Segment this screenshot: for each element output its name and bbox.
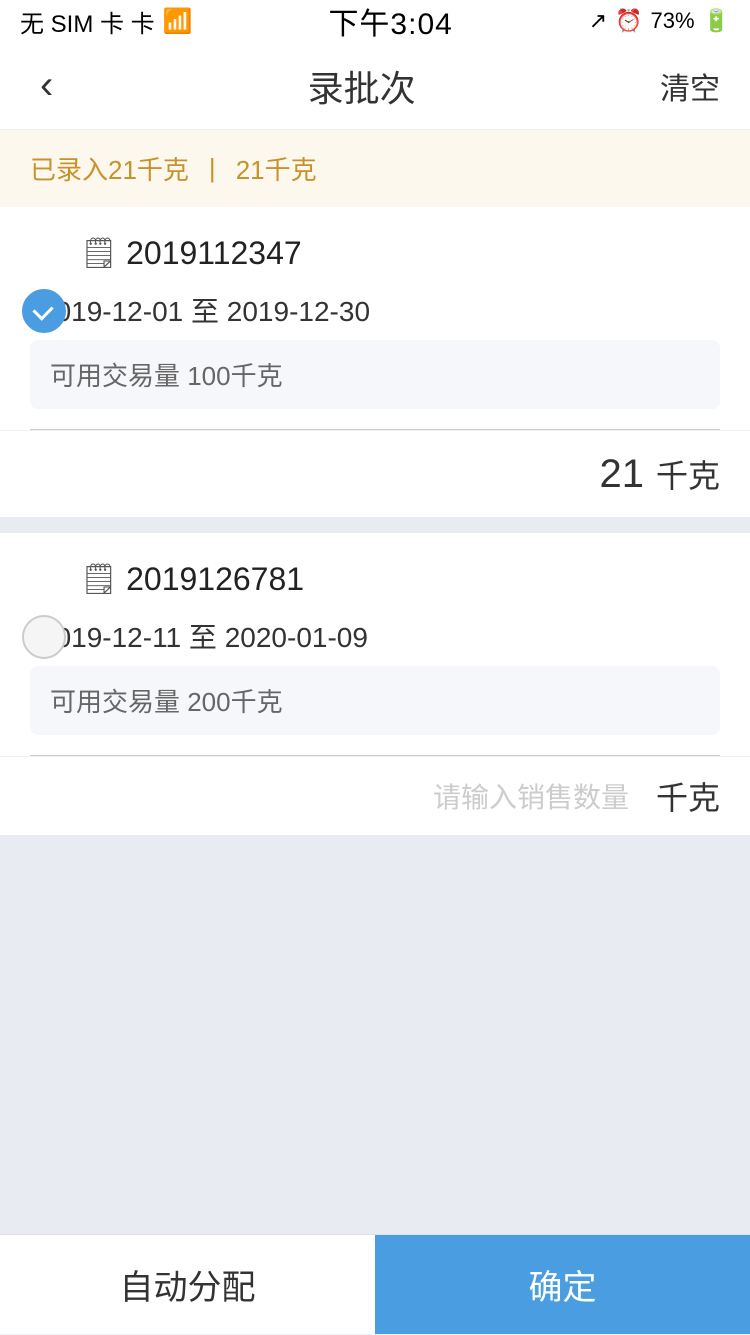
- batch-date-1: 2019-12-01 至 2019-12-30: [40, 290, 370, 330]
- qty-input-2[interactable]: [344, 777, 644, 816]
- batch-card-1: 🗒 2019112347 2019-12-01 至 2019-12-30 可用交…: [0, 207, 750, 517]
- nav-bar: ‹ 录批次 清空: [0, 42, 750, 130]
- status-time: 下午3:04: [328, 0, 452, 43]
- page-title: 录批次: [308, 60, 416, 112]
- batch-icon-1: 🗒: [80, 236, 118, 271]
- batch-card-2: 🗒 2019126781 2019-12-11 至 2020-01-09 可用交…: [0, 533, 750, 835]
- alarm-icon: ⏰: [615, 8, 642, 34]
- batch-icon-2: 🗒: [80, 562, 118, 597]
- batch-date-row-1[interactable]: 2019-12-01 至 2019-12-30: [0, 282, 750, 340]
- clear-button[interactable]: 清空: [660, 64, 720, 108]
- available-qty-1: 可用交易量 100千克: [30, 340, 720, 409]
- unit-label-2: 千克: [656, 773, 720, 819]
- status-left: 无 SIM 卡 卡 📶: [20, 4, 193, 39]
- battery-text: 73%: [651, 8, 695, 34]
- content-area: 🗒 2019112347 2019-12-01 至 2019-12-30 可用交…: [0, 207, 750, 1335]
- separator-1: [0, 517, 750, 533]
- batch-date-row-2[interactable]: 2019-12-11 至 2020-01-09: [0, 608, 750, 666]
- radio-button-1[interactable]: [22, 289, 66, 333]
- batch-id-row-2: 🗒 2019126781: [80, 561, 720, 598]
- batch-date-2: 2019-12-11 至 2020-01-09: [40, 616, 368, 656]
- location-icon: ↗: [589, 8, 607, 34]
- available-qty-2: 可用交易量 200千克: [30, 666, 720, 735]
- back-button[interactable]: ‹: [30, 53, 63, 118]
- gap-area: [0, 835, 750, 1235]
- battery-icon: 🔋: [703, 8, 730, 34]
- batch-id-row-1: 🗒 2019112347: [80, 235, 720, 272]
- batch-header-1: 🗒 2019112347: [0, 207, 750, 282]
- summary-banner: 已录入21千克 | 21千克: [0, 130, 750, 207]
- batch-id-1: 2019112347: [126, 235, 302, 272]
- status-bar: 无 SIM 卡 卡 📶 下午3:04 ↗ ⏰ 73% 🔋: [0, 0, 750, 42]
- wifi-icon: 📶: [163, 7, 193, 36]
- summary-divider: |: [209, 153, 216, 184]
- radio-button-2[interactable]: [22, 615, 66, 659]
- amount-number-1: 21: [599, 452, 644, 497]
- input-row-2: 千克: [0, 756, 750, 835]
- bottom-bar: 自动分配 确定: [0, 1234, 750, 1334]
- batch-header-2: 🗒 2019126781: [0, 533, 750, 608]
- recorded-label: 已录入21千克: [30, 150, 189, 187]
- amount-row-1: 21 千克: [0, 430, 750, 517]
- auto-distribute-button[interactable]: 自动分配: [0, 1235, 375, 1334]
- sim-text: 无 SIM 卡 卡: [20, 4, 155, 39]
- amount-unit-1: 千克: [656, 451, 720, 497]
- total-label: 21千克: [236, 150, 317, 187]
- status-right: ↗ ⏰ 73% 🔋: [589, 8, 730, 34]
- batch-id-2: 2019126781: [126, 561, 304, 598]
- confirm-button[interactable]: 确定: [375, 1235, 750, 1334]
